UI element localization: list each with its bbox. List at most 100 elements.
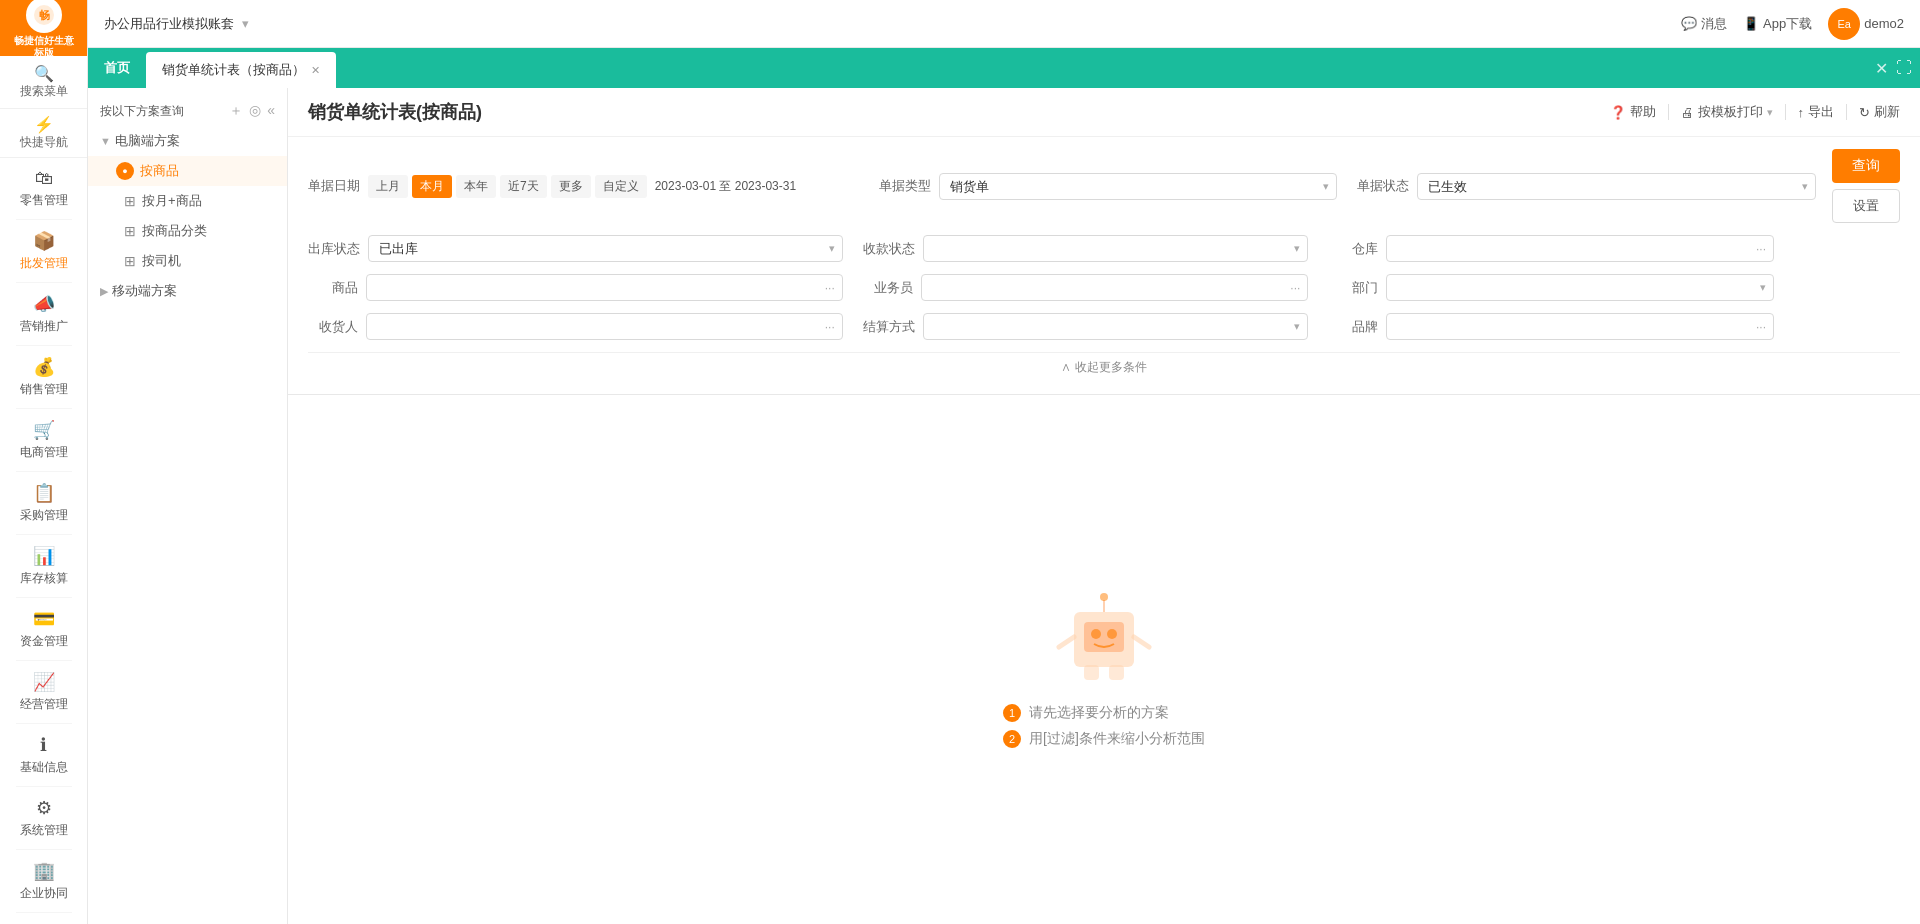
salesperson-label: 业务员 — [863, 279, 913, 297]
add-scheme-icon[interactable]: ＋ — [229, 102, 243, 120]
help-button[interactable]: ❓ 帮助 — [1610, 103, 1656, 121]
sidebar-item-guide[interactable]: 🎯新手引导 — [16, 913, 72, 924]
salesperson-suffix[interactable]: ··· — [1290, 281, 1300, 295]
filter-goods: 商品 ··· — [308, 274, 843, 301]
warehouse-input[interactable] — [1386, 235, 1774, 262]
filter-doc-type: 单据类型 销货单 ▾ — [879, 173, 1338, 200]
out-status-control: 已出库 ▾ — [368, 235, 843, 262]
message-button[interactable]: 💬 消息 — [1681, 15, 1727, 33]
empty-tip-2: 2 用[过滤]条件来缩小分析范围 — [1003, 730, 1205, 748]
brand-suffix[interactable]: ··· — [1756, 320, 1766, 334]
doc-type-select[interactable]: 销货单 — [939, 173, 1338, 200]
goods-input[interactable] — [366, 274, 843, 301]
search-menu-button[interactable]: 🔍 搜索菜单 — [0, 56, 87, 109]
svg-point-4 — [1091, 629, 1101, 639]
wholesale-icon: 📦 — [33, 230, 55, 252]
date-picker-row: 上月 本月 本年 近7天 更多 自定义 2023-03-01 至 2023-03… — [368, 175, 859, 198]
app-logo[interactable]: 畅 畅捷信好生意 标版 — [0, 0, 88, 56]
sidebar-item-system[interactable]: ⚙系统管理 — [16, 787, 72, 850]
receiver-suffix[interactable]: ··· — [825, 320, 835, 334]
username: demo2 — [1864, 16, 1904, 31]
finance-icon: 💳 — [33, 608, 55, 630]
filter-row-1: 单据日期 上月 本月 本年 近7天 更多 自定义 2023-03-01 至 20… — [308, 149, 1900, 223]
tree-item-by-goods[interactable]: ● 按商品 — [88, 156, 287, 186]
sidebar-item-basic[interactable]: ℹ基础信息 — [16, 724, 72, 787]
sidebar-item-finance[interactable]: 💳资金管理 — [16, 598, 72, 661]
print-button[interactable]: 🖨 按模板打印 ▾ — [1681, 103, 1773, 121]
ecommerce-label: 电商管理 — [20, 444, 68, 461]
settlement-select[interactable] — [923, 313, 1309, 340]
purchase-icon: 📋 — [33, 482, 55, 504]
sidebar-item-sales[interactable]: 💰销售管理 — [16, 346, 72, 409]
svg-rect-10 — [1084, 665, 1099, 680]
tree-group-mobile[interactable]: ▶ 移动端方案 — [88, 276, 287, 306]
sidebar-item-wholesale[interactable]: 📦 批发管理 — [16, 220, 72, 283]
pay-status-select[interactable] — [923, 235, 1309, 262]
sidebar-item-operations[interactable]: 📈经营管理 — [16, 661, 72, 724]
tree-item-by-month-goods[interactable]: ⊞ 按月+商品 — [88, 186, 287, 216]
out-status-select[interactable]: 已出库 — [368, 235, 843, 262]
date-range[interactable]: 2023-03-01 至 2023-03-31 — [655, 178, 796, 195]
sidebar-item-inventory[interactable]: 📊库存核算 — [16, 535, 72, 598]
goods-suffix[interactable]: ··· — [825, 281, 835, 295]
refresh-button[interactable]: ↻ 刷新 — [1859, 103, 1900, 121]
tab-home[interactable]: 首页 — [88, 48, 146, 88]
doc-type-label: 单据类型 — [879, 177, 931, 195]
edit-scheme-icon[interactable]: ◎ — [249, 102, 261, 120]
svg-line-9 — [1134, 637, 1149, 647]
tab-report[interactable]: 销货单统计表（按商品） ✕ — [146, 52, 336, 88]
tree-item-by-cashier[interactable]: ⊞ 按司机 — [88, 246, 287, 276]
brand-control: ··· — [1386, 313, 1774, 340]
tab-close-window[interactable]: ✕ — [1875, 59, 1888, 78]
by-cashier-label: 按司机 — [142, 252, 181, 270]
date-tab-this-year[interactable]: 本年 — [456, 175, 496, 198]
date-tab-more[interactable]: 更多 — [551, 175, 591, 198]
wholesale-label: 批发管理 — [20, 255, 68, 272]
receiver-label: 收货人 — [308, 318, 358, 336]
warehouse-suffix[interactable]: ··· — [1756, 242, 1766, 256]
filter-out-status: 出库状态 已出库 ▾ — [308, 235, 843, 262]
sidebar-item-ecommerce[interactable]: 🛒电商管理 — [16, 409, 72, 472]
goods-label: 商品 — [308, 279, 358, 297]
app-name: 畅捷信好生意 — [14, 35, 74, 47]
tip2-label: 用[过滤]条件来缩小分析范围 — [1029, 730, 1205, 748]
date-tab-custom[interactable]: 自定义 — [595, 175, 647, 198]
report-tab-label: 销货单统计表（按商品） — [162, 61, 305, 79]
department-select[interactable] — [1386, 274, 1774, 301]
salesperson-input[interactable] — [921, 274, 1309, 301]
sidebar-item-retail[interactable]: 🛍零售管理 — [16, 158, 72, 220]
collapse-panel-icon[interactable]: « — [267, 102, 275, 120]
tree-group-pc[interactable]: ▼ 电脑端方案 — [88, 126, 287, 156]
date-tab-7days[interactable]: 近7天 — [500, 175, 547, 198]
tab-maximize[interactable]: ⛶ — [1896, 59, 1912, 77]
receiver-input[interactable] — [366, 313, 843, 340]
sidebar-item-purchase[interactable]: 📋采购管理 — [16, 472, 72, 535]
panel-header-label: 按以下方案查询 — [100, 103, 184, 120]
query-button[interactable]: 查询 — [1832, 149, 1900, 183]
filter-row-4: 收货人 ··· 结算方式 ▾ — [308, 313, 1900, 340]
date-tab-last-month[interactable]: 上月 — [368, 175, 408, 198]
department-label: 部门 — [1328, 279, 1378, 297]
tab-close-icon[interactable]: ✕ — [311, 64, 320, 77]
collapse-button[interactable]: ∧ 收起更多条件 — [308, 352, 1900, 382]
date-tab-this-month[interactable]: 本月 — [412, 175, 452, 198]
tree-item-by-category[interactable]: ⊞ 按商品分类 — [88, 216, 287, 246]
empty-text: 1 请先选择要分析的方案 2 用[过滤]条件来缩小分析范围 — [1003, 704, 1205, 748]
app-download-button[interactable]: 📱 App下载 — [1743, 15, 1812, 33]
divider1 — [1668, 104, 1669, 120]
help-label: 帮助 — [1630, 103, 1656, 121]
action-buttons: 查询 设置 — [1832, 149, 1900, 223]
sidebar-item-marketing[interactable]: 📣营销推广 — [16, 283, 72, 346]
quick-nav-button[interactable]: ⚡ 快捷导航 — [0, 109, 87, 158]
setting-button[interactable]: 设置 — [1832, 189, 1900, 223]
home-tab-label: 首页 — [104, 59, 130, 77]
enterprise-label: 企业协同 — [20, 885, 68, 902]
by-cashier-icon: ⊞ — [124, 253, 136, 269]
sidebar-item-enterprise[interactable]: 🏢企业协同 — [16, 850, 72, 913]
topbar-right: 💬 消息 📱 App下载 Ea demo2 — [1681, 8, 1904, 40]
export-button[interactable]: ↑ 导出 — [1798, 103, 1835, 121]
doc-status-select[interactable]: 已生效 — [1417, 173, 1816, 200]
user-profile[interactable]: Ea demo2 — [1828, 8, 1904, 40]
tip2-num: 2 — [1003, 730, 1021, 748]
brand-input[interactable] — [1386, 313, 1774, 340]
